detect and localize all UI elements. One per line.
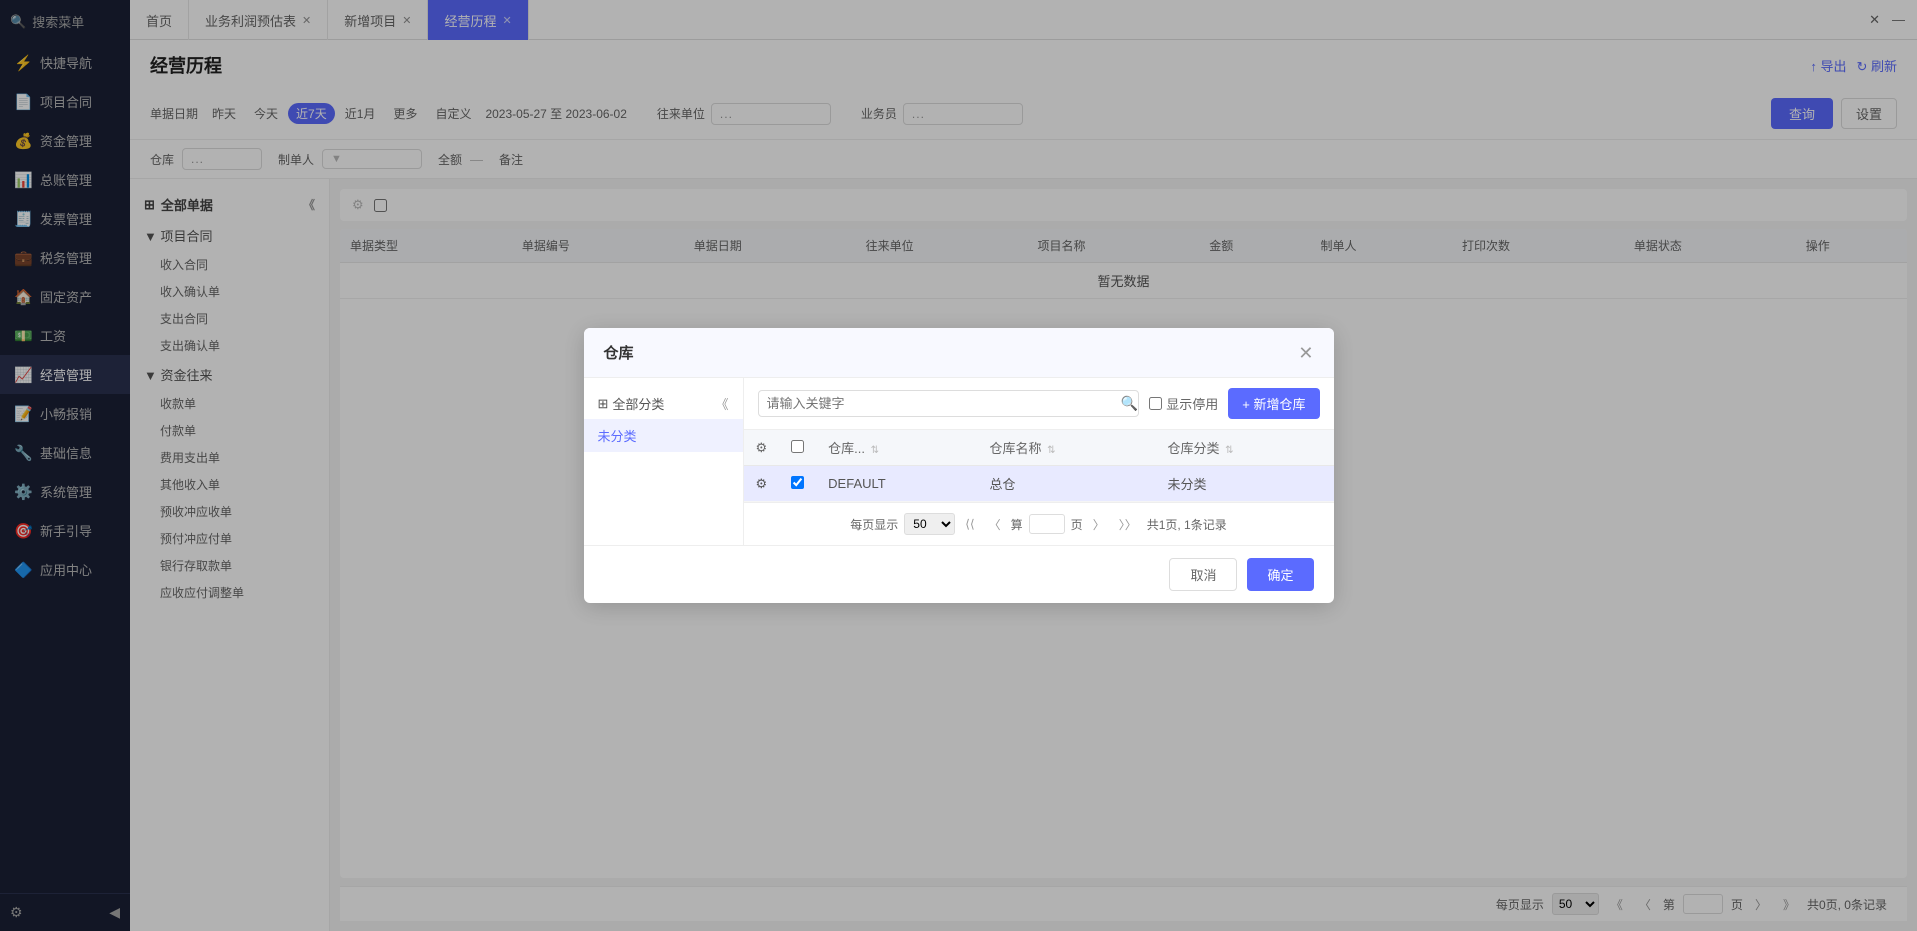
modal-uncategorized-item[interactable]: 未分类 [584,419,743,452]
modal-th-category: 仓库分类 ⇅ [1155,430,1333,466]
modal-th-code: 仓库... ⇅ [816,430,977,466]
modal-search-input[interactable] [759,391,1121,416]
modal-all-label[interactable]: 全部分类 [612,394,664,413]
add-warehouse-btn[interactable]: + 新增仓库 [1228,388,1319,419]
row-gear-icon: ⚙ [756,476,768,491]
show-disabled-checkbox[interactable] [1149,397,1162,410]
modal-overlay: 仓库 ✕ ⊞ 全部分类 《 未分类 🔍 [0,0,1917,931]
modal-toolbar: 🔍 显示停用 + 新增仓库 [744,378,1334,430]
modal-title: 仓库 [604,342,634,363]
modal-footer: 取消 确定 [584,545,1334,603]
modal-confirm-btn[interactable]: 确定 [1247,558,1313,591]
modal-warehouse-table: ⚙ 仓库... ⇅ 仓库名称 ⇅ 仓库分类 ⇅ ⚙ DEFAULT 总仓 未分类 [744,430,1334,502]
modal-table-row[interactable]: ⚙ DEFAULT 总仓 未分类 [744,466,1334,502]
modal-grid-icon: ⊞ [598,396,609,412]
modal-row-name: 总仓 [977,466,1155,502]
modal-select-all[interactable] [791,440,804,453]
modal-last-page[interactable]: 〉〉 [1115,516,1141,533]
modal-th-gear: ⚙ [744,430,780,466]
modal-page-end: 页 [1071,516,1083,533]
modal-header: 仓库 ✕ [584,328,1334,378]
modal-row-gear[interactable]: ⚙ [744,466,780,502]
modal-first-page[interactable]: ⟨⟨ [961,517,978,531]
modal-row-category: 未分类 [1155,466,1333,502]
modal-row-code: DEFAULT [816,466,977,502]
modal-page-label: 算 [1011,516,1023,533]
modal-search-button[interactable]: 🔍 [1121,395,1138,412]
modal-left-header: ⊞ 全部分类 《 [584,388,743,419]
modal-gear-icon[interactable]: ⚙ [756,440,768,455]
modal-table-area: ⚙ 仓库... ⇅ 仓库名称 ⇅ 仓库分类 ⇅ ⚙ DEFAULT 总仓 未分类 [744,430,1334,502]
modal-page-number[interactable]: 1 [1029,514,1065,534]
modal-per-page-label: 每页显示 [850,516,898,533]
modal-left-toggle[interactable]: 《 [715,394,728,413]
modal-body: ⊞ 全部分类 《 未分类 🔍 显示停用 [584,378,1334,545]
row-checkbox[interactable] [791,476,804,489]
modal-close-btn[interactable]: ✕ [1298,344,1313,362]
modal-prev-page[interactable]: 〈 [985,516,1005,533]
modal-th-name: 仓库名称 ⇅ [977,430,1155,466]
modal-cancel-btn[interactable]: 取消 [1169,558,1237,591]
modal-th-check [779,430,816,466]
modal-page-size-select[interactable]: 50100200 [904,513,955,535]
modal-right-panel: 🔍 显示停用 + 新增仓库 ⚙ 仓库... ⇅ [744,378,1334,545]
modal-next-page[interactable]: 〉 [1089,516,1109,533]
modal-total-info: 共1页, 1条记录 [1147,516,1227,533]
modal-left-panel: ⊞ 全部分类 《 未分类 [584,378,744,545]
show-disabled-label[interactable]: 显示停用 [1149,394,1218,413]
modal-pagination: 每页显示 50100200 ⟨⟨ 〈 算 1 页 〉 〉〉 共1页, 1条记录 [744,502,1334,545]
modal-row-check[interactable] [779,466,816,502]
warehouse-modal: 仓库 ✕ ⊞ 全部分类 《 未分类 🔍 [584,328,1334,603]
